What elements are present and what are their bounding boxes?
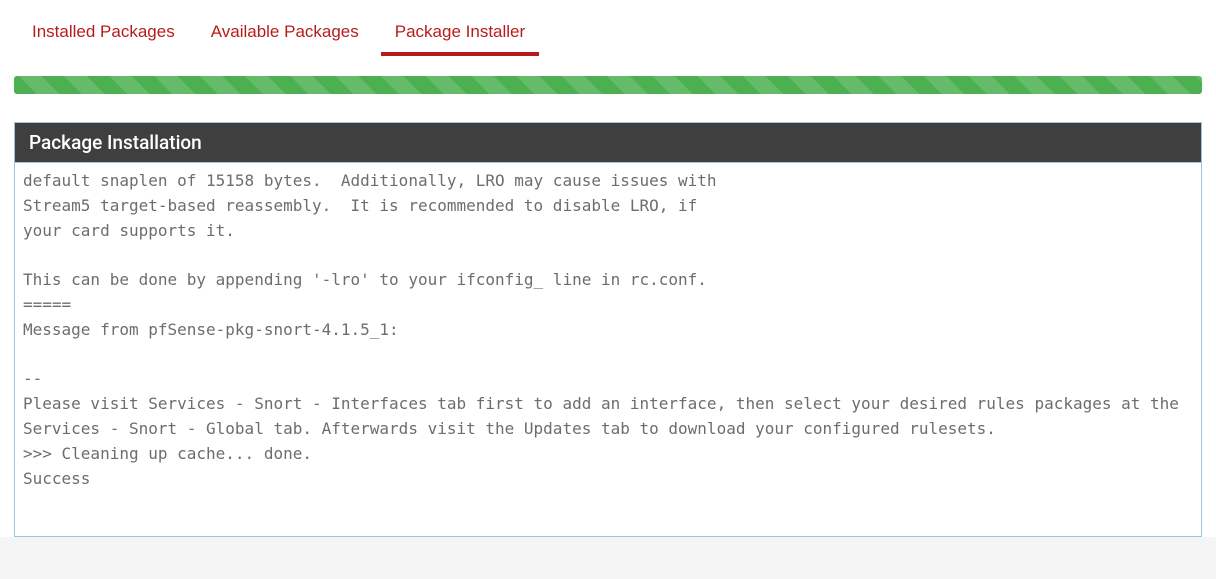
install-log-output[interactable]: default snaplen of 15158 bytes. Addition… — [15, 162, 1201, 536]
page-content: Installed Packages Available Packages Pa… — [0, 0, 1216, 537]
tab-package-installer[interactable]: Package Installer — [381, 12, 539, 54]
panel-title: Package Installation — [15, 123, 1201, 162]
progress-container — [14, 76, 1202, 94]
tab-bar: Installed Packages Available Packages Pa… — [18, 0, 1216, 54]
package-installation-panel: Package Installation default snaplen of … — [14, 122, 1202, 537]
tab-available-packages[interactable]: Available Packages — [197, 12, 373, 54]
progress-bar — [14, 76, 1202, 94]
tab-installed-packages[interactable]: Installed Packages — [18, 12, 189, 54]
